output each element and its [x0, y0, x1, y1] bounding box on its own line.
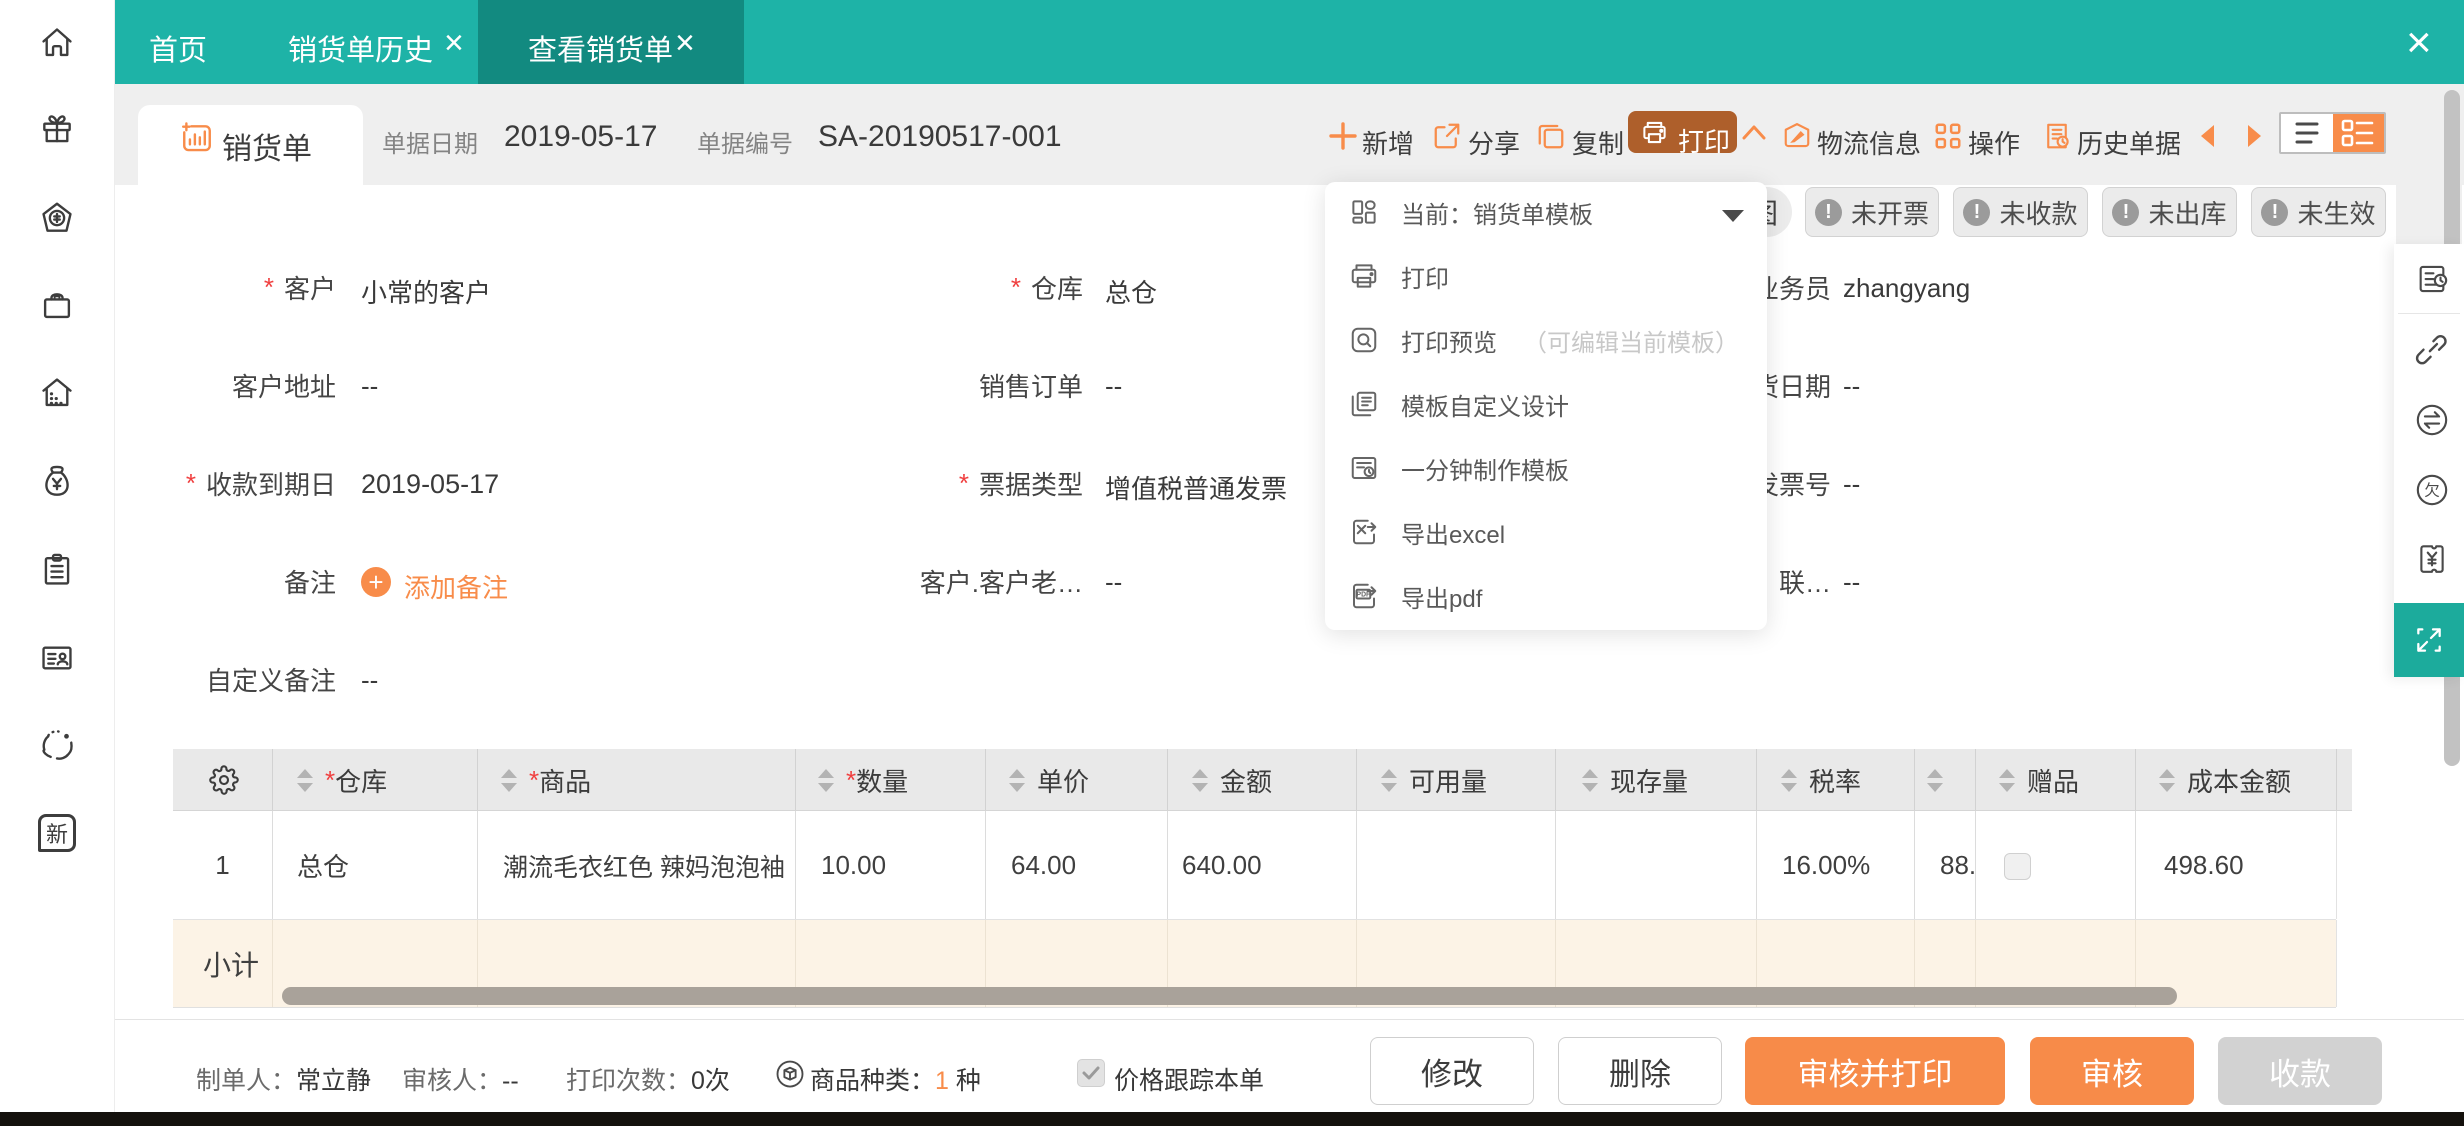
svg-text:PDF: PDF — [1357, 592, 1371, 599]
svg-text:欠: 欠 — [2424, 482, 2440, 500]
